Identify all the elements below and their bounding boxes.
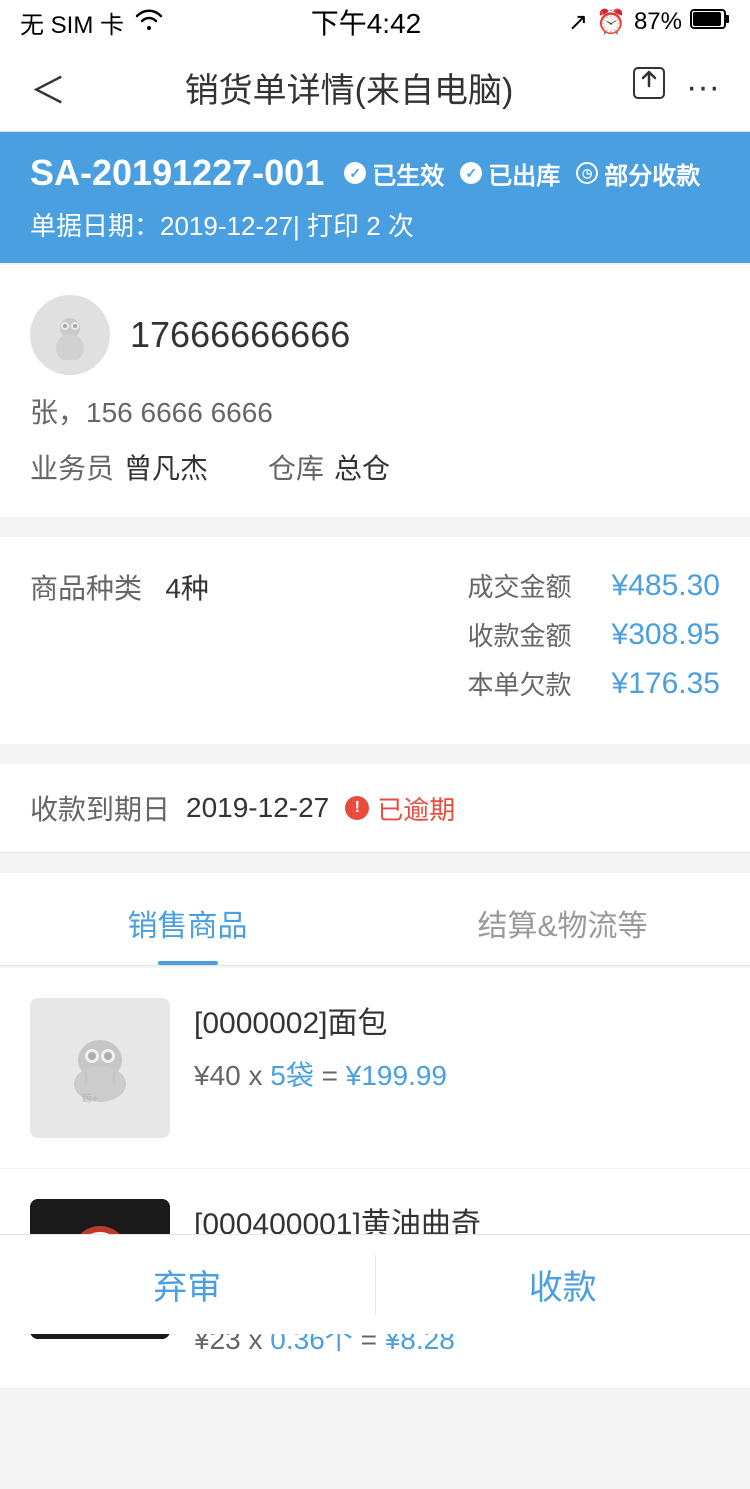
product-thumbnail-1: 鲸+ <box>30 998 170 1138</box>
battery-label: 87% <box>634 8 682 36</box>
list-item: 鲸+ [0000002]面包 ¥40 x 5袋 = ¥199.99 <box>0 968 750 1169</box>
product-total-1: ¥199.99 <box>346 1060 447 1091</box>
overdue-badge: ! 已逾期 <box>345 790 455 827</box>
cancel-button[interactable]: 弃审 <box>0 1240 375 1329</box>
due-label: 收款到期日 <box>30 788 170 828</box>
status-shipped: 已出库 <box>460 156 560 191</box>
warehouse-meta: 仓库 总仓 <box>268 447 390 487</box>
warehouse-value: 总仓 <box>334 447 390 487</box>
tab-settlement[interactable]: 结算&物流等 <box>375 873 750 965</box>
status-partial: ◷ 部分收款 <box>576 156 700 191</box>
product-info-1: [0000002]面包 ¥40 x 5袋 = ¥199.99 <box>194 998 720 1094</box>
receipt-row: 收款金额 ¥308.95 <box>468 616 720 653</box>
check-icon-2 <box>460 162 482 184</box>
nav-actions: ··· <box>632 66 720 109</box>
warehouse-label: 仓库 <box>268 447 324 487</box>
tabs-section: 销售商品 结算&物流等 <box>0 873 750 966</box>
stats-right: 成交金额 ¥485.30 收款金额 ¥308.95 本单欠款 ¥176.35 <box>468 567 720 714</box>
bottom-bar: 弃审 收款 <box>0 1234 750 1334</box>
status-right: ↗ ⏰ 87% <box>568 8 730 37</box>
page-title: 销货单详情(来自电脑) <box>185 63 514 112</box>
status-bar: 无 SIM 卡 下午4:42 ↗ ⏰ 87% <box>0 0 750 44</box>
confirm-button[interactable]: 收款 <box>376 1240 750 1329</box>
back-button[interactable]: ＜ <box>30 62 66 114</box>
carrier-label: 无 SIM 卡 <box>20 5 124 40</box>
sales-value: 曾凡杰 <box>124 447 208 487</box>
share-button[interactable] <box>632 66 666 109</box>
receipt-amount: ¥308.95 <box>612 618 720 652</box>
receipt-label: 收款金额 <box>468 616 572 653</box>
customer-name: 张，156 6666 6666 <box>30 391 720 431</box>
sales-meta: 业务员 曾凡杰 <box>30 447 208 487</box>
battery-icon <box>690 8 730 37</box>
customer-section: 17666666666 张，156 6666 6666 业务员 曾凡杰 仓库 总… <box>0 265 750 517</box>
check-icon-1 <box>344 162 366 184</box>
customer-row: 17666666666 <box>30 295 720 375</box>
customer-avatar <box>30 295 110 375</box>
due-section: 收款到期日 2019-12-27 ! 已逾期 <box>0 764 750 853</box>
status-tags: 已生效 已出库 ◷ 部分收款 <box>344 156 700 191</box>
clock-icon: ◷ <box>576 162 598 184</box>
due-date: 2019-12-27 <box>186 792 329 824</box>
customer-id: 17666666666 <box>130 314 350 356</box>
type-label: 商品种类 <box>30 573 142 604</box>
order-id-row: SA-20191227-001 已生效 已出库 ◷ 部分收款 <box>30 152 720 194</box>
overdue-icon: ! <box>345 796 369 820</box>
stats-left: 商品种类 4种 <box>30 567 209 607</box>
nav-bar: ＜ 销货单详情(来自电脑) ··· <box>0 44 750 132</box>
tab-sales-products[interactable]: 销售商品 <box>0 873 375 965</box>
status-time: 下午4:42 <box>311 2 422 42</box>
product-price-1: ¥40 x 5袋 = ¥199.99 <box>194 1054 720 1094</box>
customer-meta: 业务员 曾凡杰 仓库 总仓 <box>30 447 720 487</box>
overdue-text: 已逾期 <box>377 790 455 827</box>
date-info: 单据日期：2019-12-27| 打印 2 次 <box>30 206 720 243</box>
stats-section: 商品种类 4种 成交金额 ¥485.30 收款金额 ¥308.95 本单欠款 ¥… <box>0 537 750 744</box>
product-name-1: [0000002]面包 <box>194 998 720 1042</box>
location-icon: ↗ <box>568 8 588 37</box>
wifi-icon <box>134 8 164 37</box>
debt-amount: ¥176.35 <box>612 667 720 701</box>
deal-label: 成交金额 <box>468 567 572 604</box>
deal-amount: ¥485.30 <box>612 569 720 603</box>
debt-row: 本单欠款 ¥176.35 <box>468 665 720 702</box>
product-qty-1: 5袋 <box>270 1060 314 1091</box>
alarm-icon: ⏰ <box>596 8 626 37</box>
more-button[interactable]: ··· <box>686 68 720 107</box>
status-effective: 已生效 <box>344 156 444 191</box>
deal-row: 成交金额 ¥485.30 <box>468 567 720 604</box>
type-value: 4种 <box>165 573 209 604</box>
svg-text:鲸+: 鲸+ <box>82 1092 98 1105</box>
debt-label: 本单欠款 <box>468 665 572 702</box>
header-banner: SA-20191227-001 已生效 已出库 ◷ 部分收款 单据日期：2019… <box>0 132 750 263</box>
sales-label: 业务员 <box>30 447 114 487</box>
status-left: 无 SIM 卡 <box>20 5 164 40</box>
order-id: SA-20191227-001 <box>30 152 324 194</box>
